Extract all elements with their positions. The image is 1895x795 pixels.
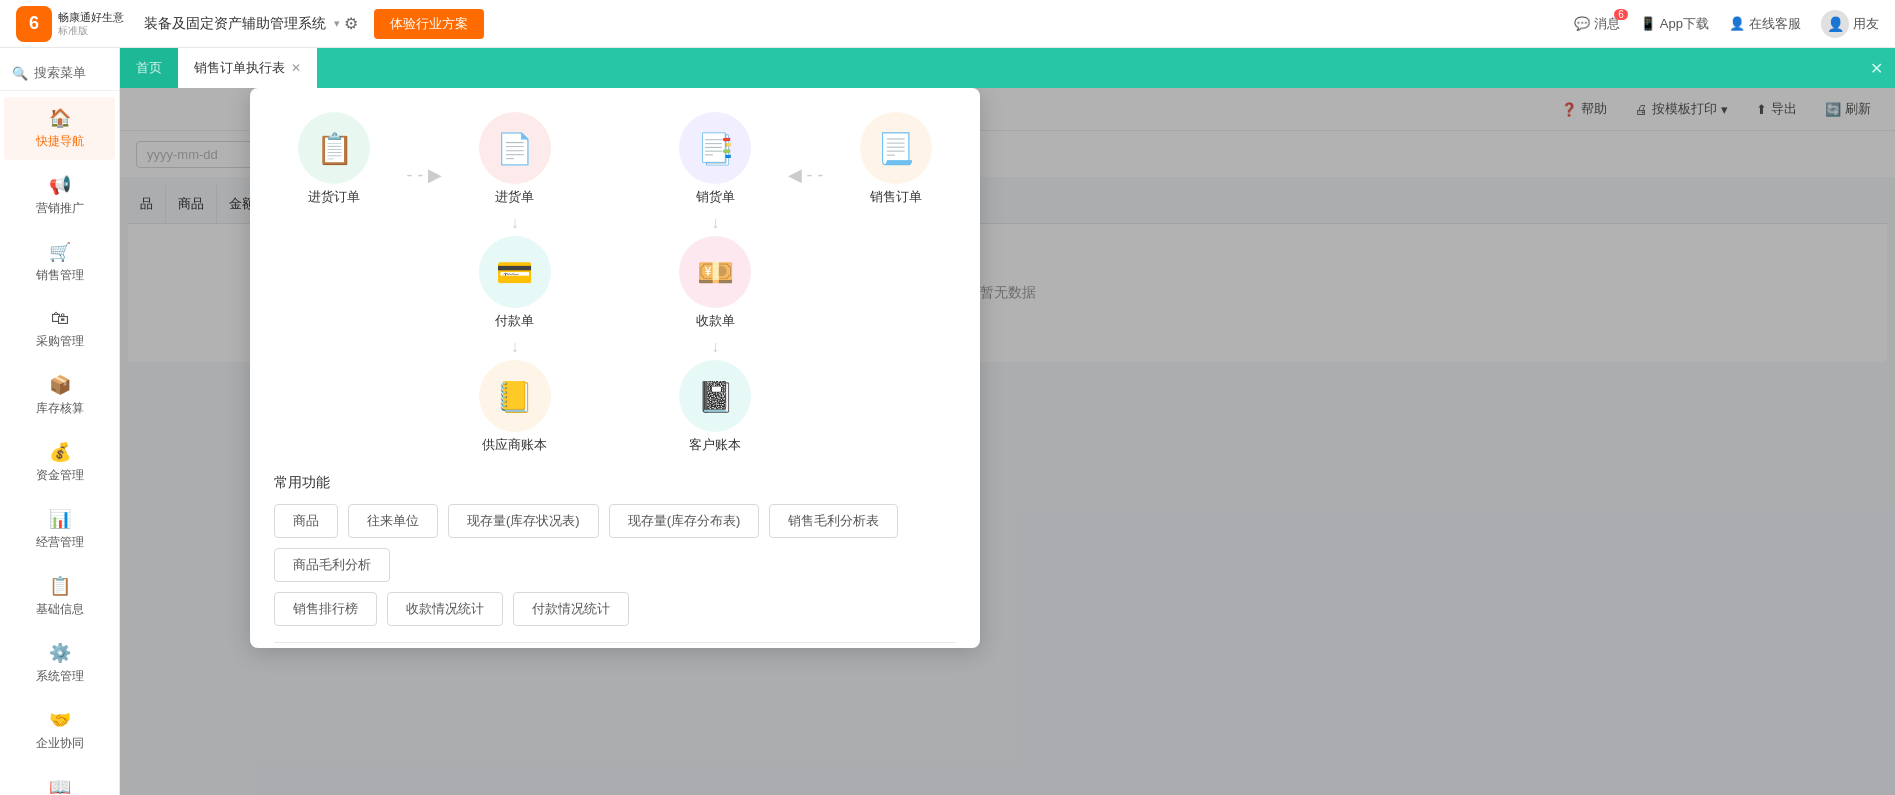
sidebar-item-inventory[interactable]: 📦 库存核算 xyxy=(4,364,115,427)
customer-ledger-icon: 📓 xyxy=(679,360,751,362)
down-arrow-sales: ↓ xyxy=(655,214,776,232)
receipt-label: 收款单 xyxy=(696,312,735,330)
message-badge: 6 xyxy=(1614,9,1628,20)
sidebar-item-quick-nav[interactable]: 🏠 快捷导航 xyxy=(4,97,115,160)
search-menu[interactable]: 🔍 搜索菜单 xyxy=(0,56,119,91)
header-right: 💬 消息 6 📱 App下载 👤 在线客服 👤 用友 xyxy=(1574,10,1879,38)
settings-icon[interactable]: ⚙ xyxy=(344,14,358,33)
main-layout: 🔍 搜索菜单 🏠 快捷导航 📢 营销推广 🛒 销售管理 🛍 采购管理 📦 库存核… xyxy=(0,48,1895,795)
marketing-icon: 📢 xyxy=(49,174,71,196)
tab-sales-order[interactable]: 销售订单执行表 ✕ xyxy=(178,48,317,88)
tab-bar: 首页 销售订单执行表 ✕ ✕ xyxy=(120,48,1895,88)
tab-home[interactable]: 首页 xyxy=(120,48,178,88)
purchase-bill-label: 进货单 xyxy=(495,188,534,206)
arrow-purchase: - - ▶ xyxy=(395,185,455,206)
message-icon: 💬 xyxy=(1574,16,1590,31)
sidebar-item-finance[interactable]: 💰 资金管理 xyxy=(4,431,115,494)
message-btn[interactable]: 💬 消息 6 xyxy=(1574,15,1620,33)
sidebar-item-sales[interactable]: 🛒 销售管理 xyxy=(4,231,115,294)
sidebar-item-basic[interactable]: 📋 基础信息 xyxy=(4,565,115,628)
purchase-order-label: 进货订单 xyxy=(308,188,360,206)
sidebar-item-system[interactable]: ⚙️ 系统管理 xyxy=(4,632,115,695)
purchase-icon: 🛍 xyxy=(51,308,69,329)
tab-close-icon[interactable]: ✕ xyxy=(291,61,301,75)
sidebar-item-newbie[interactable]: 📖 新手引导 xyxy=(4,766,115,795)
sidebar: 🔍 搜索菜单 🏠 快捷导航 📢 营销推广 🛒 销售管理 🛍 采购管理 📦 库存核… xyxy=(0,48,120,795)
avatar: 👤 xyxy=(1821,10,1849,38)
flow-receipt[interactable]: 💴 收款单 xyxy=(655,236,776,330)
download-icon: 📱 xyxy=(1640,16,1656,31)
tab-bar-close-icon[interactable]: ✕ xyxy=(1870,59,1883,78)
app-title: 装备及固定资产辅助管理系统 ▾ xyxy=(144,15,340,33)
logo-area: 6 畅康通好生意 标准版 xyxy=(16,6,136,42)
sidebar-item-corp[interactable]: 🤝 企业协同 xyxy=(4,699,115,762)
payment-icon: 💳 xyxy=(479,236,551,308)
sidebar-item-operations[interactable]: 📊 经营管理 xyxy=(4,498,115,561)
inventory-icon: 📦 xyxy=(49,374,71,396)
user-btn[interactable]: 👤 用友 xyxy=(1821,10,1879,38)
finance-icon: 💰 xyxy=(49,441,71,463)
operations-icon: 📊 xyxy=(49,508,71,530)
arrow-sales: ◀ - - xyxy=(776,185,836,206)
supplier-ledger-icon: 📒 xyxy=(479,360,551,362)
app-download-btn[interactable]: 📱 App下载 xyxy=(1640,15,1709,33)
sales-bill-label: 销货单 xyxy=(696,188,735,206)
modal: 📋 进货订单 - - ▶ 📄 进货单 xyxy=(250,185,980,362)
overlay: 📋 进货订单 - - ▶ 📄 进货单 xyxy=(128,185,1887,362)
flow-purchase-bill[interactable]: 📄 进货单 xyxy=(455,185,576,206)
search-icon: 🔍 xyxy=(12,66,28,81)
newbie-icon: 📖 xyxy=(49,776,71,795)
payment-label: 付款单 xyxy=(495,312,534,330)
flow-supplier-ledger[interactable]: 📒 供应商账本 xyxy=(455,360,576,362)
top-header: 6 畅康通好生意 标准版 装备及固定资产辅助管理系统 ▾ ⚙ 体验行业方案 💬 … xyxy=(0,0,1895,48)
home-icon: 🏠 xyxy=(49,107,71,129)
service-icon: 👤 xyxy=(1729,16,1745,31)
sidebar-item-purchase[interactable]: 🛍 采购管理 xyxy=(4,298,115,360)
app-title-dropdown[interactable]: ▾ xyxy=(334,17,340,30)
basic-icon: 📋 xyxy=(49,575,71,597)
content-area: 首页 销售订单执行表 ✕ ✕ ❓ 帮助 🖨 按模板打印 ▾ xyxy=(120,48,1895,795)
sidebar-item-marketing[interactable]: 📢 营销推广 xyxy=(4,164,115,227)
sales-order-label: 销售订单 xyxy=(870,188,922,206)
flow-sales-bill[interactable]: 📑 销货单 xyxy=(655,185,776,206)
flow-payment[interactable]: 💳 付款单 xyxy=(455,236,576,330)
flow-sales-order[interactable]: 📃 销售订单 xyxy=(836,185,957,206)
down-arrow-payment: ↓ xyxy=(455,338,576,356)
logo-text: 畅康通好生意 标准版 xyxy=(58,10,124,37)
trial-button[interactable]: 体验行业方案 xyxy=(374,9,484,39)
sales-icon: 🛒 xyxy=(49,241,71,263)
page-content: ❓ 帮助 🖨 按模板打印 ▾ ⬆ 导出 🔄 刷新 xyxy=(120,88,1895,795)
flow-purchase-order[interactable]: 📋 进货订单 xyxy=(274,185,395,206)
flow-customer-ledger[interactable]: 📓 客户账本 xyxy=(655,360,776,362)
down-arrow-receipt: ↓ xyxy=(655,338,776,356)
logo-icon: 6 xyxy=(16,6,52,42)
table-area: 品 商品 金额 预估毛利 预估毛利率 订金 累计收款金额 收款比例 还差多少天 xyxy=(128,185,1887,362)
online-service-btn[interactable]: 👤 在线客服 xyxy=(1729,15,1801,33)
system-icon: ⚙️ xyxy=(49,642,71,664)
down-arrow-purchase: ↓ xyxy=(455,214,576,232)
corp-icon: 🤝 xyxy=(49,709,71,731)
flow-diagram: 📋 进货订单 - - ▶ 📄 进货单 xyxy=(274,185,956,362)
receipt-icon: 💴 xyxy=(679,236,751,308)
